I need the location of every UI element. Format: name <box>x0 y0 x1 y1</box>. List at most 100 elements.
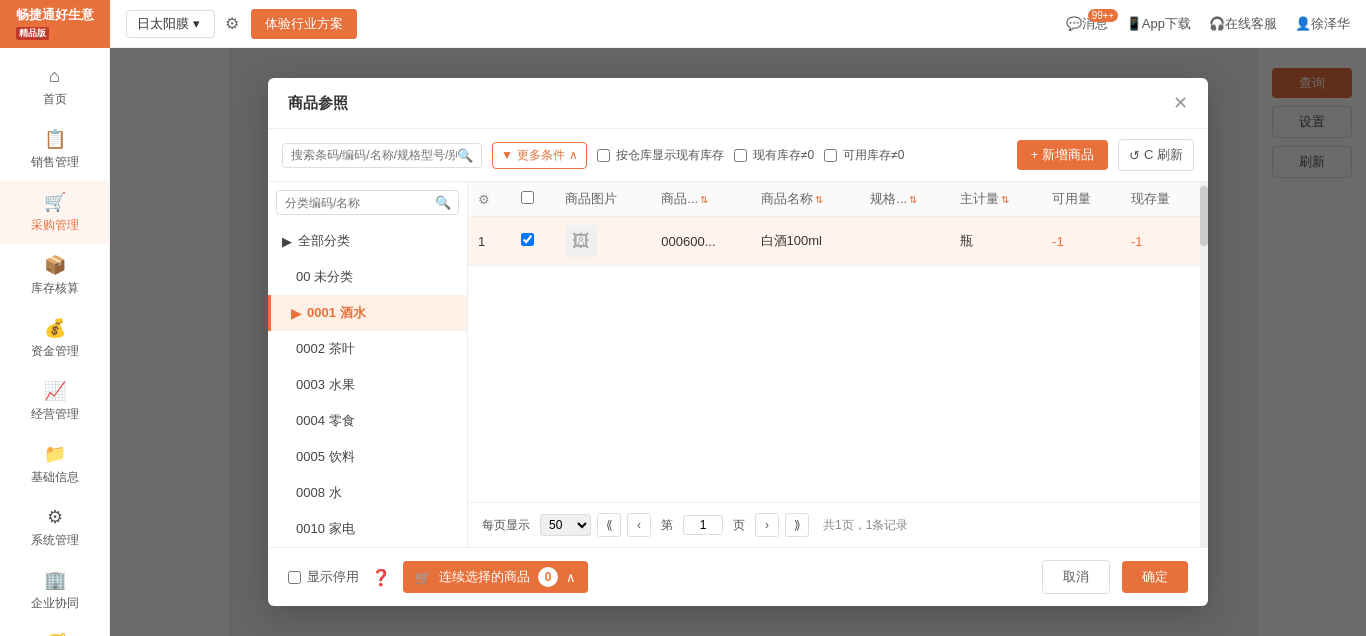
prev-page-btn[interactable]: ‹ <box>627 513 651 537</box>
show-disabled-label: 显示停用 <box>307 568 359 586</box>
company-selector[interactable]: 日太阳膜 ▾ <box>126 10 215 38</box>
cart-btn[interactable]: 🛒 连续选择的商品 0 ∧ <box>403 561 588 593</box>
filter-icon: ▼ <box>501 148 513 162</box>
chevron-up-icon: ∧ <box>569 148 578 162</box>
first-page-btn[interactable]: ⟪ <box>597 513 621 537</box>
show-disabled-checkbox-group[interactable]: 显示停用 <box>288 568 359 586</box>
cell-available: -1 <box>1042 217 1121 266</box>
category-item-0005[interactable]: 0005 饮料 <box>268 439 467 475</box>
table-row[interactable]: 1 🖼 000600... 白酒100ml <box>468 217 1200 266</box>
th-stock: 现存量 <box>1121 182 1200 217</box>
cancel-btn[interactable]: 取消 <box>1042 560 1110 594</box>
scroll-bar[interactable] <box>1200 182 1208 547</box>
img-placeholder: 🖼 <box>572 231 590 252</box>
table-container: ⚙ 商品图片 商品...⇅ 商品名称⇅ 规格...⇅ 主计量⇅ 可用量 现存量 <box>468 182 1200 502</box>
sidebar-item-finance[interactable]: 💰 资金管理 <box>0 307 109 370</box>
category-label-0004: 0004 零食 <box>296 412 355 430</box>
category-item-0002[interactable]: 0002 茶叶 <box>268 331 467 367</box>
select-all-checkbox[interactable] <box>521 191 534 204</box>
sidebar-label-system: 系统管理 <box>31 532 79 549</box>
sidebar-item-enterprise[interactable]: 🏢 企业协同 <box>0 559 109 622</box>
search-icon[interactable]: 🔍 <box>457 148 473 163</box>
next-page-btn[interactable]: › <box>755 513 779 537</box>
th-available: 可用量 <box>1042 182 1121 217</box>
operations-icon: 📈 <box>44 380 66 402</box>
sidebar-item-operations[interactable]: 📈 经营管理 <box>0 370 109 433</box>
checkbox-existing-stock[interactable]: 现有库存≠0 <box>734 147 814 164</box>
confirm-btn[interactable]: 确定 <box>1122 561 1188 593</box>
sidebar-item-sales[interactable]: 📋 销售管理 <box>0 118 109 181</box>
page-total: 共1页，1条记录 <box>823 517 908 534</box>
warehouse-stock-label: 按仓库显示现有库存 <box>616 147 724 164</box>
sidebar-item-home[interactable]: ⌂ 首页 <box>0 56 109 118</box>
th-name[interactable]: 商品名称⇅ <box>751 182 861 217</box>
checkbox-warehouse-stock[interactable]: 按仓库显示现有库存 <box>597 147 724 164</box>
cart-label: 连续选择的商品 <box>439 568 530 586</box>
th-code[interactable]: 商品...⇅ <box>651 182 750 217</box>
refresh-icon: ↺ <box>1129 148 1140 163</box>
category-label-00: 00 未分类 <box>296 268 353 286</box>
sidebar-item-system[interactable]: ⚙ 系统管理 <box>0 496 109 559</box>
cell-unit: 瓶 <box>950 217 1042 266</box>
modal-header: 商品参照 ✕ <box>268 78 1208 129</box>
add-product-btn[interactable]: + 新增商品 <box>1017 140 1108 170</box>
main-layout: ⌂ 首页 📋 销售管理 🛒 采购管理 📦 库存核算 💰 资金管理 📈 经营管理 … <box>0 48 1366 636</box>
search-box: 🔍 <box>282 143 482 168</box>
category-search-input[interactable] <box>285 196 435 210</box>
mobile-icon: 📱 <box>1126 16 1142 31</box>
category-search-icon[interactable]: 🔍 <box>435 195 451 210</box>
existing-stock-checkbox[interactable] <box>734 149 747 162</box>
purchase-icon: 🛒 <box>44 191 66 213</box>
experience-btn[interactable]: 体验行业方案 <box>251 9 357 39</box>
last-page-btn[interactable]: ⟫ <box>785 513 809 537</box>
logo-text-main: 畅捷通好生意 <box>16 7 94 24</box>
available-stock-checkbox[interactable] <box>824 149 837 162</box>
warehouse-stock-checkbox[interactable] <box>597 149 610 162</box>
category-list: ▶ 全部分类 00 未分类 ▶ 0001 酒水 0002 茶 <box>268 223 467 547</box>
sidebar-item-basic[interactable]: 📁 基础信息 <box>0 433 109 496</box>
category-label-0005: 0005 饮料 <box>296 448 355 466</box>
sidebar-label-purchase: 采购管理 <box>31 217 79 234</box>
refresh-modal-btn[interactable]: ↺ C 刷新 <box>1118 139 1194 171</box>
category-item-00[interactable]: 00 未分类 <box>268 259 467 295</box>
th-spec[interactable]: 规格...⇅ <box>860 182 949 217</box>
cart-expand-icon: ∧ <box>566 570 576 585</box>
sidebar-item-purchase[interactable]: 🛒 采购管理 <box>0 181 109 244</box>
modal-close-icon[interactable]: ✕ <box>1173 92 1188 114</box>
gear-icon[interactable]: ⚙ <box>225 14 239 33</box>
category-item-0008[interactable]: 0008 水 <box>268 475 467 511</box>
row-checkbox[interactable] <box>521 233 534 246</box>
category-item-0010[interactable]: 0010 家电 <box>268 511 467 547</box>
search-input[interactable] <box>291 148 457 162</box>
filter-more-btn[interactable]: ▼ 更多条件 ∧ <box>492 142 587 169</box>
cell-spec <box>860 217 949 266</box>
settings-icon[interactable]: ⚙ <box>478 192 490 207</box>
scroll-thumb[interactable] <box>1200 186 1208 246</box>
show-disabled-checkbox[interactable] <box>288 571 301 584</box>
company-name: 日太阳膜 <box>137 15 189 33</box>
per-page-select[interactable]: 50 100 200 <box>540 514 591 536</box>
online-service-btn[interactable]: 🎧 在线客服 <box>1209 15 1277 33</box>
sidebar-item-guide[interactable]: 🧭 新手引导 <box>0 622 109 636</box>
message-badge: 99++ <box>1088 9 1118 22</box>
message-btn[interactable]: 💬 消息 99++ <box>1066 15 1108 33</box>
help-icon[interactable]: ❓ <box>371 568 391 587</box>
checkbox-available-stock[interactable]: 可用库存≠0 <box>824 147 904 164</box>
guide-icon: 🧭 <box>44 632 66 636</box>
topbar: 畅捷通好生意 精品版 日太阳膜 ▾ ⚙ 体验行业方案 💬 消息 99++ 📱 A… <box>0 0 1366 48</box>
modal-overlay: 商品参照 ✕ 🔍 ▼ 更多条件 ∧ 按仓库 <box>110 48 1366 636</box>
category-item-0003[interactable]: 0003 水果 <box>268 367 467 403</box>
filter-label: 更多条件 <box>517 147 565 164</box>
sidebar-label-basic: 基础信息 <box>31 469 79 486</box>
category-item-0004[interactable]: 0004 零食 <box>268 403 467 439</box>
user-menu[interactable]: 👤 徐泽华 <box>1295 15 1350 33</box>
category-item-all[interactable]: ▶ 全部分类 <box>268 223 467 259</box>
th-unit[interactable]: 主计量⇅ <box>950 182 1042 217</box>
th-settings[interactable]: ⚙ <box>468 182 511 217</box>
existing-stock-label: 现有库存≠0 <box>753 147 814 164</box>
cell-checkbox[interactable] <box>511 217 555 266</box>
sidebar-item-inventory[interactable]: 📦 库存核算 <box>0 244 109 307</box>
category-item-0001[interactable]: ▶ 0001 酒水 <box>268 295 467 331</box>
app-download-btn[interactable]: 📱 App下载 <box>1126 15 1191 33</box>
page-input[interactable] <box>683 515 723 535</box>
